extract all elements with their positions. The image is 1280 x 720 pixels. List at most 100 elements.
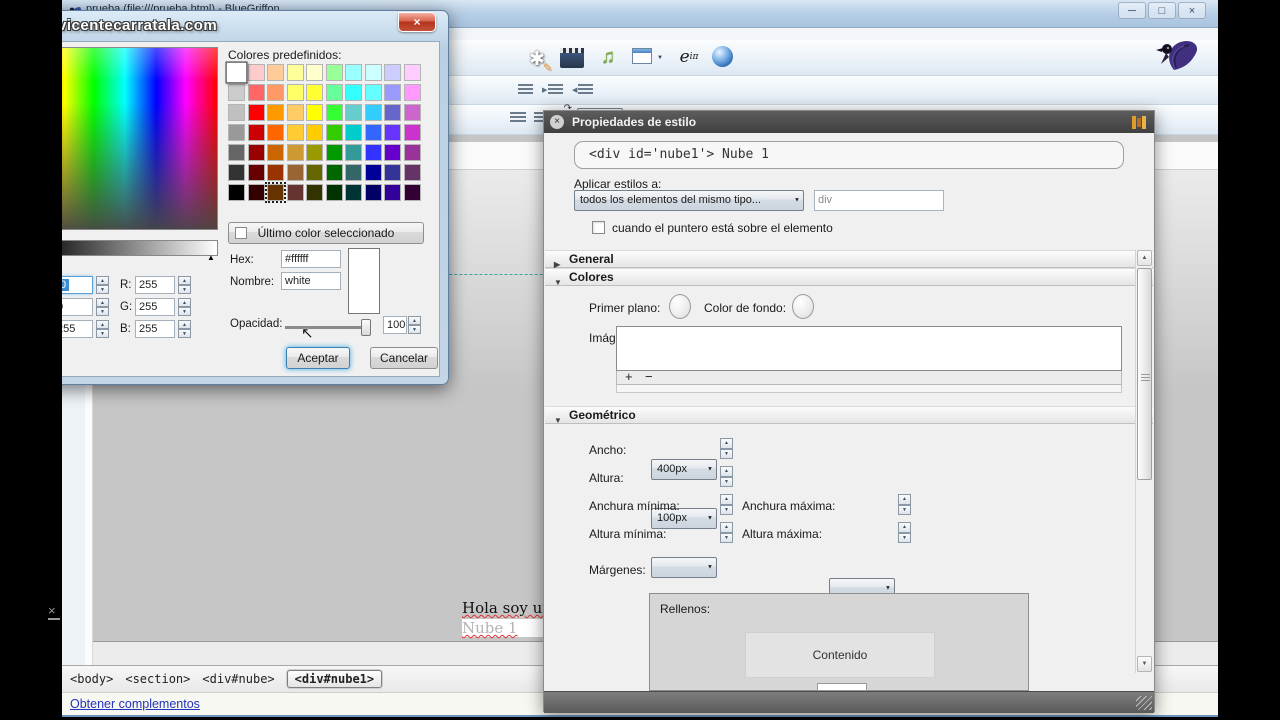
palette-swatch[interactable]	[267, 104, 284, 121]
palette-swatch[interactable]	[306, 164, 323, 181]
g-spinner[interactable]	[178, 298, 191, 316]
palette-swatch[interactable]	[228, 104, 245, 121]
r-spinner[interactable]	[178, 276, 191, 294]
scroll-up-icon[interactable]: ▲	[1137, 250, 1152, 266]
opacity-slider-track[interactable]	[285, 326, 365, 329]
palette-swatch[interactable]	[325, 184, 343, 201]
palette-swatch[interactable]	[364, 164, 382, 181]
max-height-spinner[interactable]	[898, 522, 911, 543]
justify-icon[interactable]	[518, 84, 533, 96]
b2-spinner[interactable]	[178, 320, 191, 338]
scroll-down-icon[interactable]: ▼	[1137, 656, 1152, 672]
palette-swatch[interactable]	[228, 144, 245, 161]
palette-swatch[interactable]	[403, 124, 421, 141]
resize-grip-icon[interactable]	[1136, 696, 1152, 710]
palette-swatch[interactable]	[345, 64, 362, 81]
width-combo[interactable]: 400px	[651, 459, 717, 480]
breadcrumb-item[interactable]: <section>	[125, 672, 190, 686]
globe-icon[interactable]	[712, 46, 733, 67]
palette-swatch[interactable]	[345, 104, 362, 121]
palette-swatch[interactable]	[286, 124, 304, 141]
palette-swatch[interactable]	[325, 144, 343, 161]
s-spinner[interactable]	[96, 298, 109, 316]
palette-swatch[interactable]	[306, 84, 323, 101]
palette-swatch[interactable]	[247, 164, 265, 181]
palette-swatch[interactable]	[228, 184, 245, 201]
palette-swatch[interactable]	[345, 184, 362, 201]
palette-swatch[interactable]	[286, 164, 304, 181]
palette-swatch[interactable]	[384, 144, 401, 161]
palette-swatch[interactable]	[267, 64, 284, 81]
palette-swatch[interactable]	[384, 164, 401, 181]
palette-swatch[interactable]	[267, 124, 284, 141]
opacity-field[interactable]: 100	[383, 316, 407, 334]
add-image-button[interactable]: +	[625, 370, 633, 383]
b2-field[interactable]: 255	[135, 320, 175, 338]
palette-swatch[interactable]	[247, 64, 265, 81]
minimize-button[interactable]: ─	[1118, 2, 1146, 19]
palette-swatch[interactable]	[345, 84, 362, 101]
indent-icon[interactable]: ▶	[542, 84, 563, 96]
new-document-icon[interactable]: ✱ ✎	[524, 46, 553, 76]
palette-swatch[interactable]	[247, 124, 265, 141]
palette-swatch[interactable]	[306, 64, 323, 81]
section-colors[interactable]: Colores	[545, 268, 1153, 291]
palette-swatch[interactable]	[306, 124, 323, 141]
scrollbar-thumb[interactable]	[1137, 268, 1152, 480]
opacity-spinner[interactable]	[408, 316, 421, 334]
palette-swatch[interactable]	[325, 124, 343, 141]
breadcrumb-item[interactable]: <div#nube1>	[286, 670, 383, 688]
palette-swatch[interactable]	[364, 184, 382, 201]
section-geometry[interactable]: Geométrico	[545, 406, 1153, 429]
outdent-icon[interactable]: ◀	[572, 84, 593, 96]
palette-swatch[interactable]	[325, 104, 343, 121]
padding-field[interactable]	[817, 683, 867, 691]
palette-swatch[interactable]	[286, 104, 304, 121]
apply-scope-combo[interactable]: todos los elementos del mismo tipo...	[574, 190, 804, 211]
palette-swatch[interactable]	[286, 64, 304, 81]
strikethrough-icon[interactable]	[510, 112, 526, 122]
palette-swatch[interactable]	[286, 144, 304, 161]
min-height-spinner[interactable]	[720, 522, 733, 543]
palette-swatch[interactable]	[286, 84, 304, 101]
height-spinner[interactable]	[720, 466, 733, 487]
palette-swatch[interactable]	[384, 184, 401, 201]
cancel-button[interactable]: Cancelar	[370, 347, 438, 369]
palette-swatch[interactable]	[286, 184, 304, 201]
min-width-spinner[interactable]	[720, 494, 733, 515]
panel-close-icon[interactable]: ×	[550, 115, 564, 129]
max-width-spinner[interactable]	[898, 494, 911, 515]
palette-swatch[interactable]	[345, 144, 362, 161]
palette-swatch[interactable]	[364, 124, 382, 141]
palette-swatch[interactable]	[267, 84, 284, 101]
palette-swatch[interactable]	[403, 64, 421, 81]
palette-swatch[interactable]	[267, 144, 284, 161]
palette-swatch[interactable]	[345, 124, 362, 141]
palette-swatch[interactable]	[247, 144, 265, 161]
cloud-caption[interactable]: Nube 1	[462, 619, 548, 637]
palette-swatch[interactable]	[225, 61, 248, 84]
width-spinner[interactable]	[720, 438, 733, 459]
palette-swatch[interactable]	[384, 64, 401, 81]
hover-checkbox-label[interactable]: cuando el puntero está sobre el elemento	[612, 221, 833, 235]
b-spinner[interactable]	[96, 320, 109, 338]
palette-swatch[interactable]	[325, 84, 343, 101]
palette-swatch[interactable]	[403, 144, 421, 161]
panel-titlebar[interactable]: × Propiedades de estilo	[544, 111, 1154, 133]
panel-dock-icon[interactable]	[1132, 116, 1146, 129]
palette-swatch[interactable]	[247, 184, 265, 201]
opacity-slider-handle[interactable]	[361, 319, 371, 336]
math-icon[interactable]: e iπ	[674, 44, 704, 70]
palette-swatch[interactable]	[384, 104, 401, 121]
palette-swatch[interactable]	[267, 164, 284, 181]
hex-field[interactable]: #ffffff	[281, 250, 341, 268]
palette-swatch[interactable]	[364, 84, 382, 101]
palette-swatch[interactable]	[403, 184, 421, 201]
section-general[interactable]: General	[545, 250, 1153, 273]
window-dropdown-icon[interactable]: ▼	[656, 54, 664, 62]
remove-image-button[interactable]: −	[645, 370, 653, 383]
palette-swatch[interactable]	[265, 182, 286, 203]
palette-swatch[interactable]	[364, 144, 382, 161]
images-listbox[interactable]	[616, 326, 1122, 371]
accept-button[interactable]: Aceptar	[286, 347, 350, 369]
